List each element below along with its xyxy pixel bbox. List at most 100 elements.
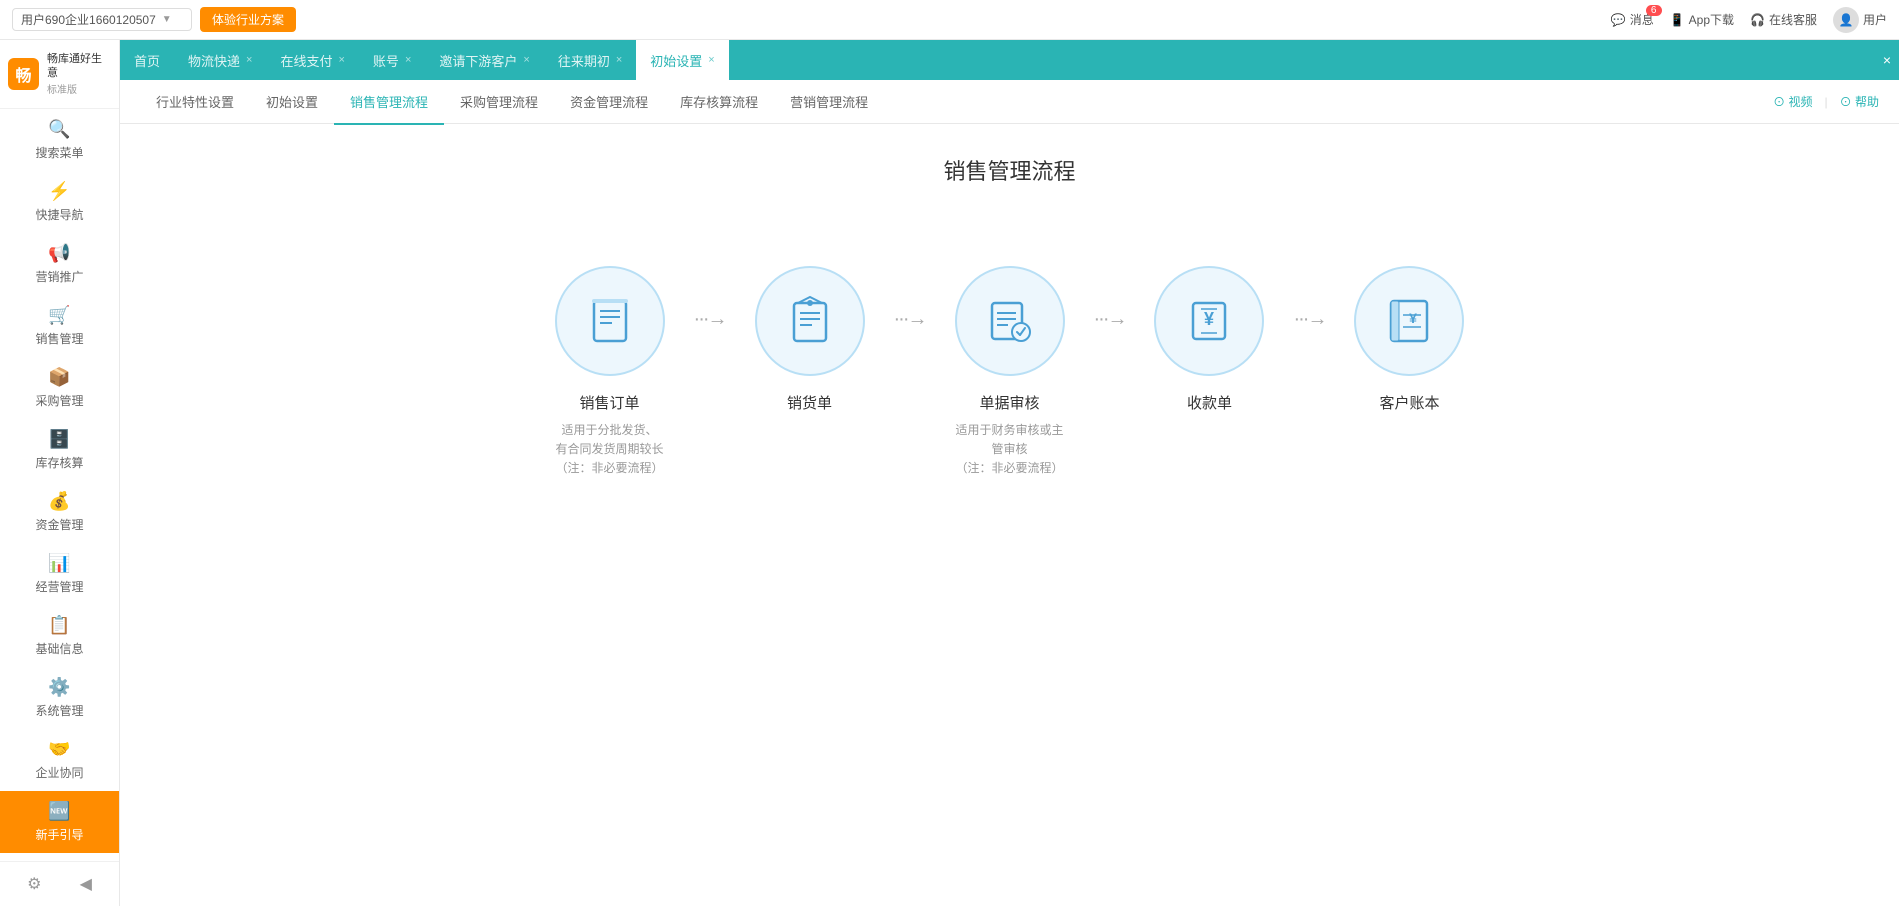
settings-button[interactable]: ⚙ [23, 870, 45, 898]
nav-tab-past[interactable]: 往来期初 × [544, 40, 636, 80]
close-icon[interactable]: × [523, 54, 529, 66]
clipboard-icon: 📋 [48, 615, 70, 636]
sidebar-item-system[interactable]: ⚙️ 系统管理 [0, 667, 119, 729]
user-selector-text: 用户690企业1660120507 [21, 11, 156, 28]
service-label: 在线客服 [1769, 11, 1817, 28]
header-left: 用户690企业1660120507 ▼ 体验行业方案 [12, 7, 296, 32]
close-icon[interactable]: × [246, 54, 252, 66]
handshake-icon: 🤝 [48, 739, 70, 760]
invoice-label: 销货单 [787, 392, 832, 413]
divider: | [1825, 95, 1828, 109]
account-book-icon: ¥ [1383, 295, 1435, 347]
sidebar-item-label: 库存核算 [35, 454, 83, 471]
logo-subtitle: 标准版 [47, 81, 111, 96]
svg-text:¥: ¥ [1410, 310, 1418, 326]
nav-tab-label: 在线支付 [280, 51, 332, 70]
sidebar-item-appcenter[interactable]: 📱 应用中心 [0, 853, 119, 861]
chart-icon: 📊 [48, 553, 70, 574]
service-icon: 🎧 [1750, 13, 1765, 27]
order-icon [584, 295, 636, 347]
nav-tab-invite[interactable]: 邀请下游客户 × [425, 40, 543, 80]
app-label: App下载 [1689, 11, 1734, 28]
app-download-button[interactable]: 📱 App下载 [1670, 11, 1734, 28]
audit-circle[interactable] [955, 266, 1065, 376]
invoice-circle[interactable] [755, 266, 865, 376]
sub-tab-finance-flow[interactable]: 资金管理流程 [554, 80, 664, 125]
nav-tab-home[interactable]: 首页 [120, 40, 174, 80]
sidebar-item-finance[interactable]: 💰 资金管理 [0, 481, 119, 543]
receipt-circle[interactable]: ¥ [1154, 266, 1264, 376]
help-link[interactable]: ⊙ 帮助 [1840, 93, 1879, 110]
sales-order-circle[interactable] [555, 266, 665, 376]
account-book-circle[interactable]: ¥ [1354, 266, 1464, 376]
sidebar: 畅 畅库通好生意 标准版 🔍 搜索菜单 ⚡ 快捷导航 📢 营销推广 🛒 销售管理… [0, 40, 120, 906]
user-name-label: 用户 [1863, 11, 1887, 28]
try-industry-button[interactable]: 体验行业方案 [200, 7, 296, 32]
sub-tab-purchase-flow[interactable]: 采购管理流程 [444, 80, 554, 125]
message-button[interactable]: 💬 消息 6 [1611, 11, 1654, 28]
nav-tab-label: 邀请下游客户 [439, 51, 517, 70]
content-body: 销售管理流程 销售订单 适用于分批发货、有合同发货周期较长（注：非必要流程） [120, 124, 1899, 529]
main-area: 行业特性设置 初始设置 销售管理流程 采购管理流程 资金管理流程 库存核算流程 … [120, 80, 1899, 906]
flow-item-sales-order: 销售订单 适用于分批发货、有合同发货周期较长（注：非必要流程） [530, 266, 690, 479]
sidebar-item-quick[interactable]: ⚡ 快捷导航 [0, 171, 119, 233]
sidebar-item-search[interactable]: 🔍 搜索菜单 [0, 109, 119, 171]
sub-tab-marketing-flow[interactable]: 营销管理流程 [774, 80, 884, 125]
close-icon[interactable]: × [338, 54, 344, 66]
sidebar-item-marketing[interactable]: 📢 营销推广 [0, 233, 119, 295]
sub-tab-sales-flow[interactable]: 销售管理流程 [334, 80, 444, 125]
flow-item-invoice: 销货单 [730, 266, 890, 421]
user-selector[interactable]: 用户690企业1660120507 ▼ [12, 8, 192, 31]
nav-tab-logistics[interactable]: 物流快递 × [174, 40, 266, 80]
invoice-icon [784, 295, 836, 347]
sub-tab-init[interactable]: 初始设置 [250, 80, 334, 125]
receipt-icon: ¥ [1183, 295, 1235, 347]
nav-tabs-bar: 首页 物流快递 × 在线支付 × 账号 × 邀请下游客户 × 往来期初 × 初始… [120, 40, 1899, 80]
logo-text-block: 畅库通好生意 标准版 [47, 52, 111, 96]
sub-tab-industry[interactable]: 行业特性设置 [140, 80, 250, 125]
close-icon[interactable]: × [616, 54, 622, 66]
nav-tab-account[interactable]: 账号 × [359, 40, 425, 80]
close-icon[interactable]: × [708, 54, 714, 66]
top-header: 用户690企业1660120507 ▼ 体验行业方案 💬 消息 6 📱 App下… [0, 0, 1899, 40]
nav-bar-close-button[interactable]: × [1883, 52, 1891, 68]
video-link[interactable]: ⊙ 视频 [1773, 93, 1812, 110]
sidebar-item-sales[interactable]: 🛒 销售管理 [0, 295, 119, 357]
sidebar-item-purchase[interactable]: 📦 采购管理 [0, 357, 119, 419]
sidebar-item-label: 营销推广 [35, 268, 83, 285]
sidebar-item-basic[interactable]: 📋 基础信息 [0, 605, 119, 667]
nav-tab-label: 账号 [373, 51, 399, 70]
close-icon[interactable]: × [405, 54, 411, 66]
money-icon: 💰 [48, 491, 70, 512]
online-service-button[interactable]: 🎧 在线客服 [1750, 11, 1817, 28]
nav-tab-payment[interactable]: 在线支付 × [266, 40, 358, 80]
user-avatar-button[interactable]: 👤 用户 [1833, 7, 1887, 33]
new-icon: 🆕 [48, 801, 70, 822]
collapse-button[interactable]: ◀ [76, 870, 96, 898]
header-right: 💬 消息 6 📱 App下载 🎧 在线客服 👤 用户 [1611, 7, 1887, 33]
sub-tab-inventory-flow[interactable]: 库存核算流程 [664, 80, 774, 125]
arrow-4: ···→ [1289, 266, 1329, 331]
page-title: 销售管理流程 [160, 154, 1859, 186]
arrow-1: ···→ [690, 266, 730, 331]
flow-item-account-book: ¥ 客户账本 [1329, 266, 1489, 421]
sidebar-item-guide[interactable]: 🆕 新手引导 [0, 791, 119, 853]
account-book-label: 客户账本 [1379, 392, 1439, 413]
drawer-icon: 🗄️ [48, 429, 70, 450]
nav-tab-label: 往来期初 [558, 51, 610, 70]
sidebar-item-inventory[interactable]: 🗄️ 库存核算 [0, 419, 119, 481]
sidebar-item-operations[interactable]: 📊 经营管理 [0, 543, 119, 605]
sidebar-item-collab[interactable]: 🤝 企业协同 [0, 729, 119, 791]
message-icon: 💬 [1611, 13, 1626, 27]
message-badge: 6 [1646, 5, 1662, 16]
logo-title: 畅库通好生意 [47, 52, 111, 81]
sales-order-desc: 适用于分批发货、有合同发货周期较长（注：非必要流程） [556, 421, 664, 479]
sidebar-menu: 🔍 搜索菜单 ⚡ 快捷导航 📢 营销推广 🛒 销售管理 📦 采购管理 🗄️ 库存… [0, 109, 119, 861]
sub-tab-label: 库存核算流程 [680, 95, 758, 110]
nav-tab-label: 首页 [134, 51, 160, 70]
nav-tab-label: 初始设置 [650, 51, 702, 70]
box-icon: 📦 [48, 367, 70, 388]
dropdown-arrow-icon: ▼ [162, 14, 172, 25]
arrow-3: ···→ [1090, 266, 1130, 331]
nav-tab-init-settings[interactable]: 初始设置 × [636, 40, 728, 80]
